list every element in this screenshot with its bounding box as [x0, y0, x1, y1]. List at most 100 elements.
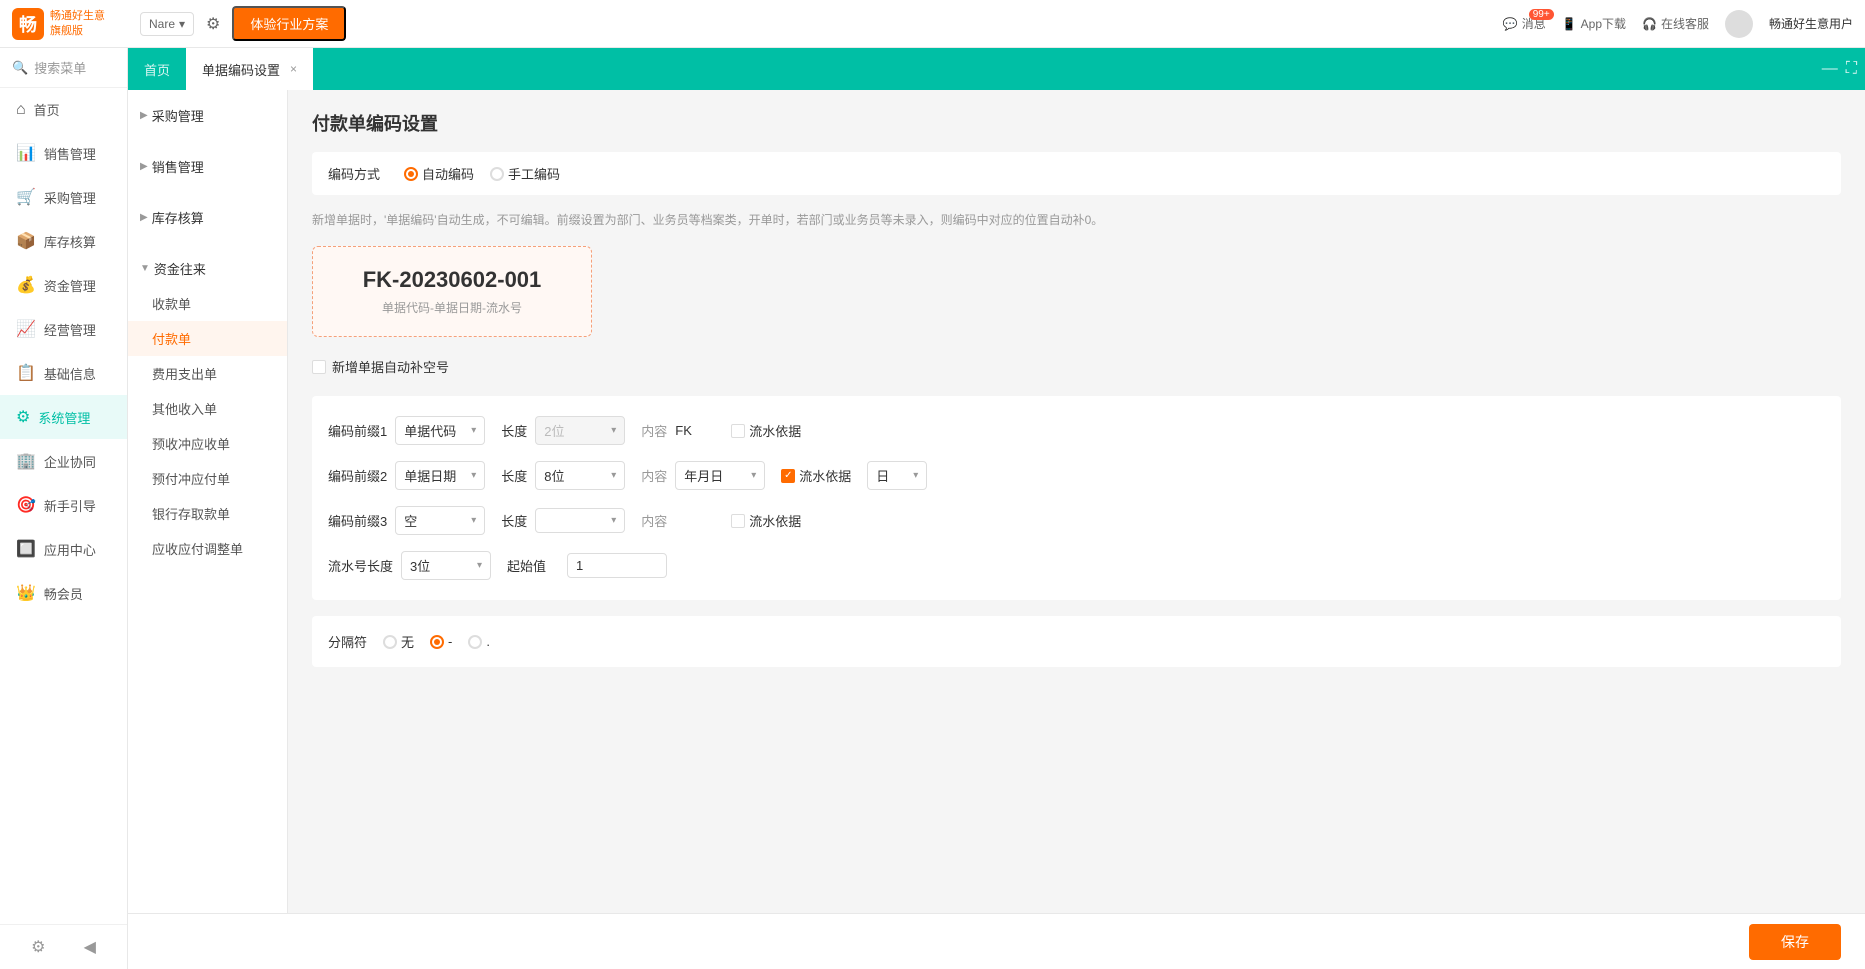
sidebar-item-member[interactable]: 👑 畅会员 — [0, 571, 127, 615]
sub-item-ar-ap[interactable]: 应收应付调整单 — [128, 531, 287, 566]
start-value-input[interactable] — [567, 553, 667, 578]
encode-method-row: 编码方式 自动编码 手工编码 — [312, 152, 1841, 195]
content2-field: 内容 年月日 ▾ — [641, 461, 765, 490]
sep-none-option[interactable]: 无 — [383, 632, 414, 651]
settings-bottom-icon[interactable]: ⚙ — [31, 937, 45, 957]
prefix1-select[interactable]: 单据代码 ▾ — [395, 416, 485, 445]
sidebar-item-enterprise[interactable]: 🏢 企业协同 — [0, 439, 127, 483]
sidebar-item-purchase[interactable]: 🛒 采购管理 — [0, 175, 127, 219]
top-bar-right: 💬 消息 99+ 📱 App下载 🎧 在线客服 畅通好生意用户 — [1503, 10, 1853, 38]
sep-dash-radio[interactable] — [430, 635, 444, 649]
sidebar-item-guide[interactable]: 🎯 新手引导 — [0, 483, 127, 527]
prefix2-label: 编码前缀2 — [328, 466, 387, 485]
online-service-button[interactable]: 🎧 在线客服 — [1642, 15, 1709, 32]
sub-sidebar-inventory[interactable]: ▶ 库存核算 — [128, 200, 287, 235]
tab-maximize-icon[interactable]: ⛶ — [1846, 60, 1857, 78]
sidebar-item-sales[interactable]: 📊 销售管理 — [0, 131, 127, 175]
arrow-down-icon: ▼ — [140, 263, 150, 274]
sub-item-bank[interactable]: 银行存取款单 — [128, 496, 287, 531]
logo: 畅 畅通好生意 旗舰版 — [12, 8, 132, 40]
encode-method-radio-group: 自动编码 手工编码 — [404, 164, 560, 183]
separator-label: 分隔符 — [328, 632, 367, 651]
sep-none-radio[interactable] — [383, 635, 397, 649]
company-dropdown[interactable]: Nare ▾ — [140, 12, 194, 36]
auto-encode-radio[interactable] — [404, 167, 418, 181]
finance-icon: 💰 — [16, 275, 36, 295]
length2-select[interactable]: 8位 ▾ — [535, 461, 625, 490]
serial1-check[interactable] — [731, 424, 745, 438]
sidebar-bottom: ⚙ ◀ — [0, 924, 127, 969]
settings-row-2: 编码前缀2 单据日期 ▾ 长度 8位 ▾ — [328, 461, 1825, 490]
settings-row-3: 编码前缀3 空 ▾ 长度 ▾ — [328, 506, 1825, 535]
tab-bar-actions: — ⛶ — [1822, 60, 1865, 78]
manual-encode-option[interactable]: 手工编码 — [490, 164, 560, 183]
sub-sidebar-finance[interactable]: ▼ 资金往来 — [128, 251, 287, 286]
sub-sidebar-sales[interactable]: ▶ 销售管理 — [128, 149, 287, 184]
serial2-check[interactable]: ✓ — [781, 469, 795, 483]
sidebar-item-operations[interactable]: 📈 经营管理 — [0, 307, 127, 351]
sidebar-item-finance[interactable]: 💰 资金管理 — [0, 263, 127, 307]
save-button[interactable]: 保存 — [1749, 924, 1841, 960]
length2-field: 长度 8位 ▾ — [501, 461, 625, 490]
tab-encoding-settings[interactable]: 单据编码设置 × — [186, 48, 313, 90]
sub-item-pre-receive[interactable]: 预收冲应收单 — [128, 426, 287, 461]
sub-group-purchase: ▶ 采购管理 — [128, 90, 287, 141]
sub-item-receipt[interactable]: 收款单 — [128, 286, 287, 321]
sidebar-item-basic[interactable]: 📋 基础信息 — [0, 351, 127, 395]
preview-code: FK-20230602-001 — [343, 267, 561, 293]
home-icon: ⌂ — [16, 101, 26, 119]
serial3-label: 流水依据 — [749, 511, 801, 530]
message-badge: 99+ — [1529, 9, 1554, 20]
sidebar-item-system[interactable]: ⚙ 系统管理 — [0, 395, 127, 439]
sidebar-item-apps[interactable]: 🔲 应用中心 — [0, 527, 127, 571]
sub-group-inventory: ▶ 库存核算 — [128, 192, 287, 243]
guide-icon: 🎯 — [16, 495, 36, 515]
operations-icon: 📈 — [16, 319, 36, 339]
arrow-right-icon2: ▶ — [140, 161, 148, 172]
sep-dot-option[interactable]: . — [468, 634, 490, 649]
length1-select[interactable]: 2位 ▾ — [535, 416, 625, 445]
auto-fill-checkbox[interactable] — [312, 360, 326, 374]
sub-item-other-income[interactable]: 其他收入单 — [128, 391, 287, 426]
enterprise-icon: 🏢 — [16, 451, 36, 471]
message-button[interactable]: 💬 消息 99+ — [1503, 15, 1546, 32]
sidebar-item-inventory[interactable]: 📦 库存核算 — [0, 219, 127, 263]
app-download-button[interactable]: 📱 App下载 — [1562, 15, 1626, 32]
content2-label: 内容 — [641, 466, 667, 485]
settings-icon[interactable]: ⚙ — [202, 10, 224, 38]
sub-item-payment[interactable]: 付款单 — [128, 321, 287, 356]
settings-grid: 编码前缀1 单据代码 ▾ 长度 2位 ▾ — [312, 396, 1841, 600]
purchase-icon: 🛒 — [16, 187, 36, 207]
tab-minimize-icon[interactable]: — — [1822, 60, 1838, 78]
serial3-check[interactable] — [731, 514, 745, 528]
prefix3-select[interactable]: 空 ▾ — [395, 506, 485, 535]
sep-dash-option[interactable]: - — [430, 634, 452, 649]
tab-home[interactable]: 首页 — [128, 48, 186, 90]
main-content: 付款单编码设置 编码方式 自动编码 手工编码 — [288, 90, 1865, 913]
serial-length-row: 流水号长度 3位 ▾ 起始值 — [328, 551, 1825, 580]
collapse-icon[interactable]: ◀ — [84, 937, 96, 957]
prefix2-select[interactable]: 单据日期 ▾ — [395, 461, 485, 490]
sidebar-item-home[interactable]: ⌂ 首页 — [0, 88, 127, 131]
serial-length-label: 流水号长度 — [328, 556, 393, 575]
sub-sidebar-purchase[interactable]: ▶ 采购管理 — [128, 98, 287, 133]
serial2-unit-select[interactable]: 日 ▾ — [867, 461, 927, 490]
apps-icon: 🔲 — [16, 539, 36, 559]
tab-close-icon[interactable]: × — [290, 62, 297, 76]
start-value-field: 起始值 — [507, 553, 667, 578]
content2-select[interactable]: 年月日 ▾ — [675, 461, 765, 490]
sub-item-expense[interactable]: 费用支出单 — [128, 356, 287, 391]
length3-select[interactable]: ▾ — [535, 508, 625, 533]
sep-dot-radio[interactable] — [468, 635, 482, 649]
sub-item-pre-pay[interactable]: 预付冲应付单 — [128, 461, 287, 496]
length2-label: 长度 — [501, 466, 527, 485]
sales-icon: 📊 — [16, 143, 36, 163]
serial-length-select[interactable]: 3位 ▾ — [401, 551, 491, 580]
manual-encode-radio[interactable] — [490, 167, 504, 181]
prefix2-field: 编码前缀2 单据日期 ▾ — [328, 461, 485, 490]
sidebar-nav: ⌂ 首页 📊 销售管理 🛒 采购管理 📦 库存核算 💰 资金管理 📈 经营 — [0, 88, 127, 924]
auto-encode-option[interactable]: 自动编码 — [404, 164, 474, 183]
avatar — [1725, 10, 1753, 38]
search-menu[interactable]: 🔍 搜索菜单 — [0, 48, 127, 88]
promo-button[interactable]: 体验行业方案 — [232, 6, 346, 41]
